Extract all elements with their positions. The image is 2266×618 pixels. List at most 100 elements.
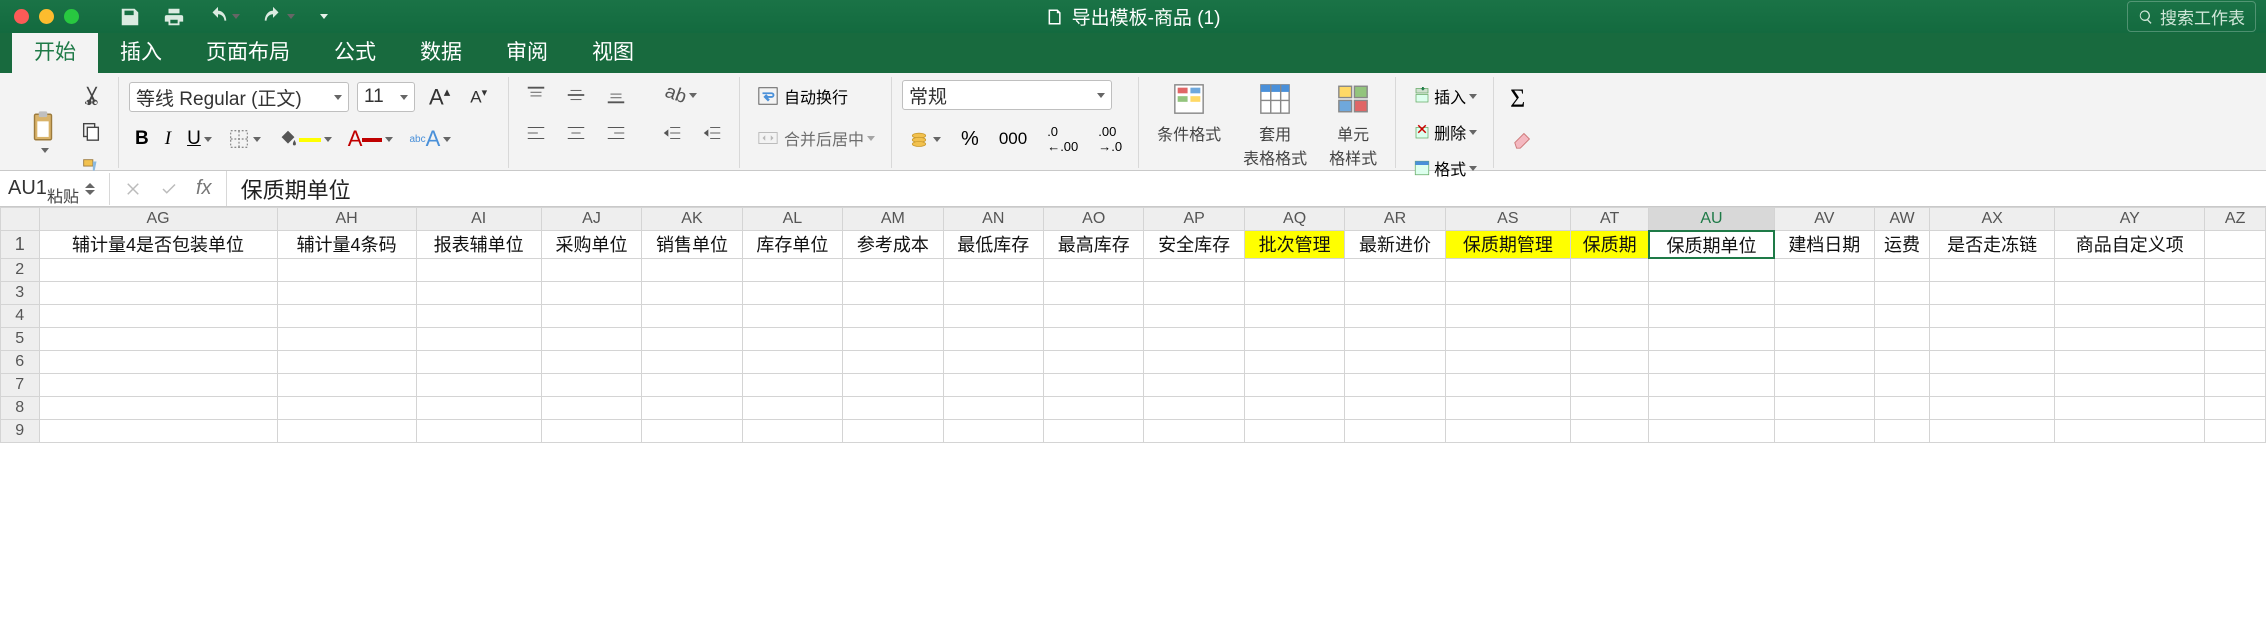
column-header[interactable]: AV [1774, 208, 1874, 231]
cell[interactable] [1445, 419, 1570, 442]
search-input[interactable]: 搜索工作表 [2127, 1, 2256, 32]
cell[interactable] [2205, 258, 2266, 281]
cell[interactable] [1774, 327, 1874, 350]
cell[interactable] [541, 281, 641, 304]
cell[interactable]: 最低库存 [943, 231, 1043, 259]
cell[interactable] [277, 258, 416, 281]
cell[interactable] [1345, 281, 1445, 304]
cell[interactable] [642, 281, 742, 304]
cell[interactable] [416, 304, 541, 327]
cell[interactable] [1445, 327, 1570, 350]
cell[interactable] [1043, 419, 1143, 442]
row-header[interactable]: 7 [1, 373, 40, 396]
cell[interactable] [1875, 304, 1930, 327]
cell[interactable]: 建档日期 [1774, 231, 1874, 259]
cell[interactable]: 商品自定义项 [2055, 231, 2205, 259]
column-header[interactable]: AJ [541, 208, 641, 231]
fill-color-button[interactable] [271, 124, 338, 154]
cell[interactable] [39, 327, 277, 350]
cell[interactable] [277, 350, 416, 373]
column-header[interactable]: AH [277, 208, 416, 231]
cell[interactable] [2055, 396, 2205, 419]
column-header[interactable]: AL [742, 208, 842, 231]
cell[interactable] [1930, 350, 2055, 373]
cell[interactable] [1144, 327, 1244, 350]
row-header[interactable]: 5 [1, 327, 40, 350]
cell[interactable] [642, 396, 742, 419]
cell[interactable] [541, 327, 641, 350]
wrap-text-button[interactable]: 自动换行 [750, 80, 854, 112]
cell[interactable] [1043, 258, 1143, 281]
cell[interactable] [742, 373, 842, 396]
cancel-formula-icon[interactable] [124, 180, 142, 198]
cell[interactable] [39, 258, 277, 281]
font-size-combo[interactable]: 11 [357, 82, 415, 112]
comma-button[interactable]: 000 [993, 125, 1033, 153]
merge-center-button[interactable]: 合并后居中 [750, 122, 881, 154]
redo-button[interactable] [262, 6, 295, 28]
cell[interactable] [1774, 281, 1874, 304]
cell[interactable]: 最高库存 [1043, 231, 1143, 259]
cell[interactable] [943, 396, 1043, 419]
cell[interactable] [843, 304, 943, 327]
row-header[interactable]: 3 [1, 281, 40, 304]
cell[interactable] [39, 419, 277, 442]
print-icon[interactable] [163, 6, 185, 28]
cell[interactable] [1570, 327, 1648, 350]
cell[interactable] [1930, 304, 2055, 327]
cell[interactable] [1649, 304, 1774, 327]
cell[interactable] [1649, 350, 1774, 373]
cell[interactable] [277, 396, 416, 419]
cell[interactable] [943, 373, 1043, 396]
cell[interactable] [1930, 419, 2055, 442]
cell[interactable] [1774, 350, 1874, 373]
cell[interactable] [277, 327, 416, 350]
bold-button[interactable]: B [129, 124, 155, 154]
cell[interactable] [1445, 304, 1570, 327]
cell[interactable] [416, 327, 541, 350]
cell[interactable] [2205, 350, 2266, 373]
row-header[interactable]: 1 [1, 231, 40, 259]
cell[interactable] [2205, 396, 2266, 419]
underline-button[interactable]: U [181, 124, 218, 154]
cell[interactable] [642, 304, 742, 327]
column-header[interactable]: AW [1875, 208, 1930, 231]
cell[interactable] [1930, 373, 2055, 396]
tab-view[interactable]: 视图 [570, 27, 656, 73]
cell[interactable] [642, 419, 742, 442]
align-center-button[interactable] [559, 118, 593, 148]
cell[interactable] [1930, 396, 2055, 419]
cell[interactable] [39, 350, 277, 373]
cell[interactable] [1570, 304, 1648, 327]
cell[interactable] [742, 327, 842, 350]
autosum-button[interactable]: Σ [1504, 80, 1531, 118]
cell[interactable] [277, 304, 416, 327]
delete-cells-button[interactable]: 删除 [1406, 116, 1483, 148]
format-cells-button[interactable]: 格式 [1406, 152, 1483, 184]
cell[interactable] [39, 281, 277, 304]
cell[interactable] [1345, 327, 1445, 350]
cell[interactable] [1875, 281, 1930, 304]
formula-input[interactable]: 保质期单位 [226, 171, 351, 206]
cell[interactable] [1043, 373, 1143, 396]
italic-button[interactable]: I [159, 124, 177, 154]
cell[interactable] [541, 350, 641, 373]
align-left-button[interactable] [519, 118, 553, 148]
cell[interactable] [1345, 258, 1445, 281]
cell[interactable] [1244, 396, 1344, 419]
maximize-window-button[interactable] [64, 9, 79, 24]
cell[interactable] [1144, 350, 1244, 373]
cell[interactable] [843, 281, 943, 304]
column-header[interactable]: AQ [1244, 208, 1344, 231]
cell[interactable]: 最新进价 [1345, 231, 1445, 259]
cell[interactable] [1875, 258, 1930, 281]
cell[interactable] [1649, 327, 1774, 350]
undo-button[interactable] [207, 6, 240, 28]
cell[interactable] [1345, 396, 1445, 419]
cell[interactable] [416, 258, 541, 281]
cell[interactable]: 保质期 [1570, 231, 1648, 259]
cell-styles-button[interactable]: 单元 格样式 [1321, 80, 1385, 171]
column-header[interactable]: AU [1649, 208, 1774, 231]
column-header[interactable]: AT [1570, 208, 1648, 231]
cell[interactable] [277, 281, 416, 304]
